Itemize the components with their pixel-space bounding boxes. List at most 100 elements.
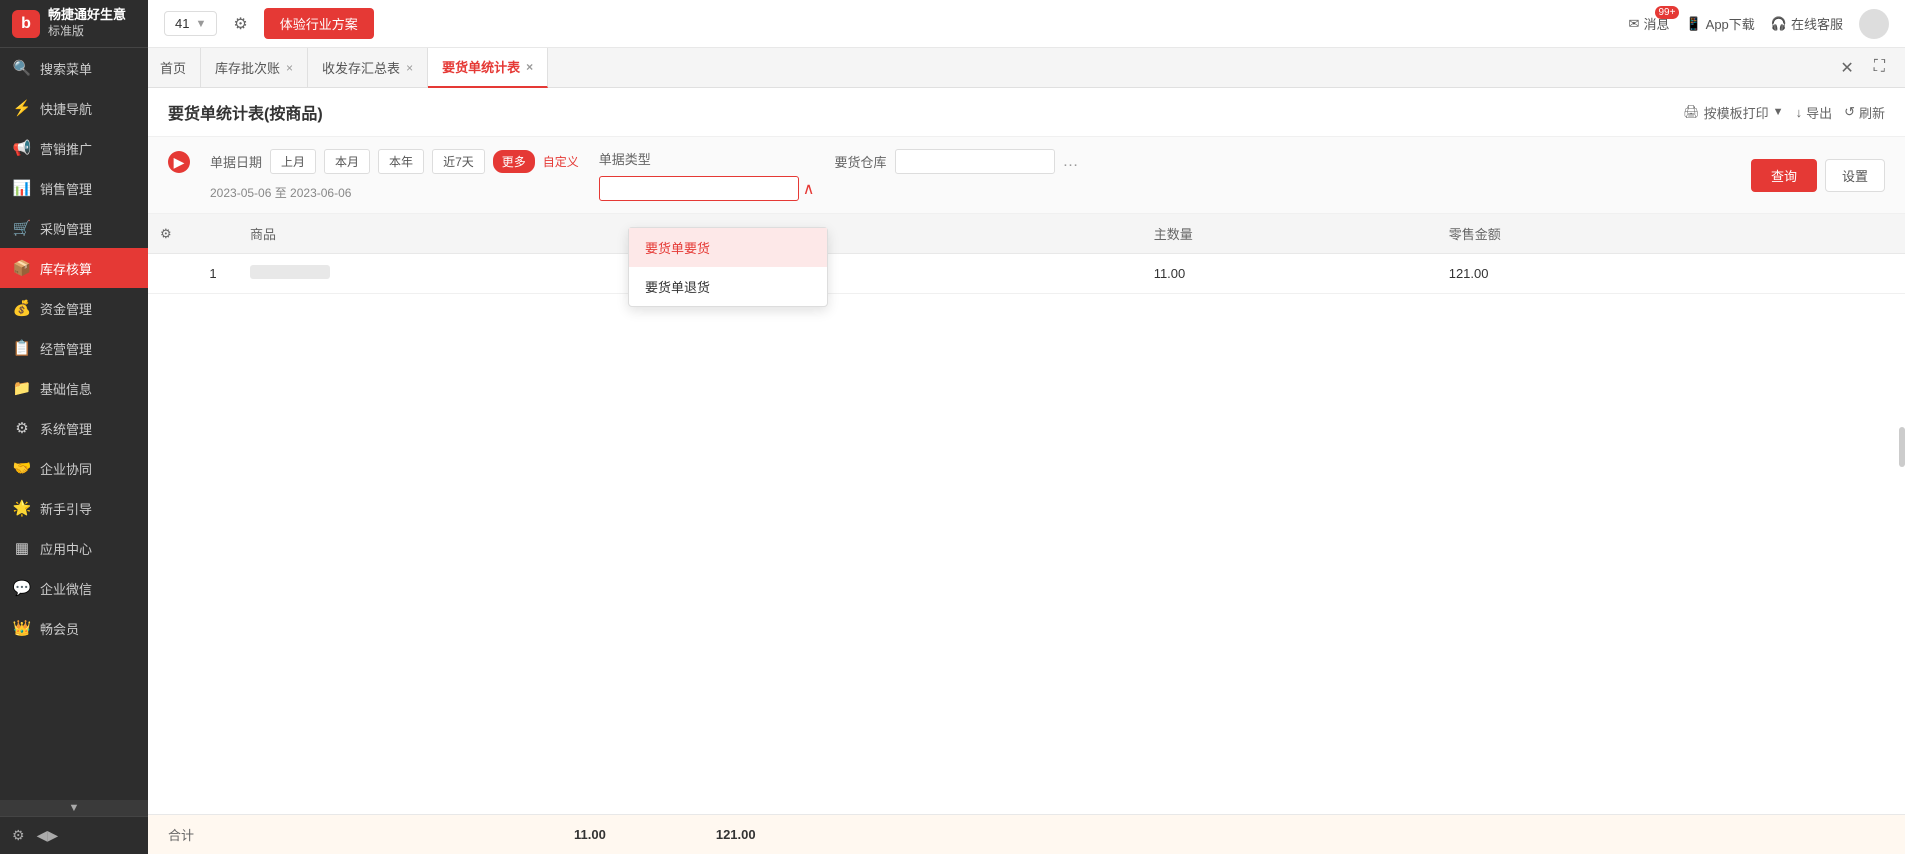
dropdown-item-order-goods[interactable]: 要货单要货 [629, 228, 827, 267]
clipboard-icon: 📋 [12, 338, 32, 358]
app-logo-icon: b [12, 10, 40, 38]
refresh-button[interactable]: ↺ 刷新 [1844, 103, 1885, 122]
sidebar-item-guide-label: 新手引导 [40, 499, 92, 518]
sidebar-item-operations-label: 经营管理 [40, 339, 92, 358]
inventory-icon: 📦 [12, 258, 32, 278]
summary-row: 合计 11.00 121.00 [148, 814, 1905, 854]
sidebar-item-apps[interactable]: ▦ 应用中心 [0, 528, 148, 568]
sidebar-item-base[interactable]: 📁 基础信息 [0, 368, 148, 408]
trial-button[interactable]: 体验行业方案 [264, 8, 374, 39]
warehouse-filter-input[interactable] [895, 149, 1055, 174]
sidebar-item-system[interactable]: ⚙ 系统管理 [0, 408, 148, 448]
th-empty [1793, 214, 1905, 254]
sidebar-footer: ⚙ ◀▶ [0, 816, 148, 854]
summary-quantity: 11.00 [574, 827, 606, 842]
filter-toggle-button[interactable]: ▶ [168, 151, 190, 173]
sidebar-item-quick-nav[interactable]: ⚡ 快捷导航 [0, 88, 148, 128]
export-icon: ↓ [1796, 105, 1803, 120]
tab-batch-close-icon[interactable]: × [286, 61, 293, 75]
column-settings-icon[interactable]: ⚙ [160, 226, 172, 241]
date-this-month-btn[interactable]: 本月 [324, 149, 370, 174]
sidebar-item-search[interactable]: 🔍 搜索菜单 [0, 48, 148, 88]
topbar-actions: ✉ 消息 99+ 📱 App下载 🎧 在线客服 [1629, 9, 1889, 39]
tab-summary-close-icon[interactable]: × [406, 61, 413, 75]
gear-icon: ⚙ [12, 418, 32, 438]
sidebar-item-apps-label: 应用中心 [40, 539, 92, 558]
product-placeholder [250, 265, 330, 279]
sidebar-item-operations[interactable]: 📋 经营管理 [0, 328, 148, 368]
date-last-month-btn[interactable]: 上月 [270, 149, 316, 174]
export-button[interactable]: ↓ 导出 [1796, 103, 1833, 122]
summary-amount: 121.00 [716, 827, 756, 842]
service-icon: 🎧 [1771, 16, 1787, 32]
td-index: 1 [188, 254, 238, 294]
sidebar-item-sales-label: 销售管理 [40, 179, 92, 198]
td-empty [1793, 254, 1905, 294]
company-number: 41 [175, 16, 189, 31]
star-icon: 🌟 [12, 498, 32, 518]
warehouse-more-icon[interactable]: … [1063, 153, 1079, 171]
date-filter-group: 单据日期 上月 本月 本年 近7天 更多 自定义 2023-05-06 至 20… [210, 149, 579, 201]
sidebar-item-enterprise[interactable]: 🤝 企业协同 [0, 448, 148, 488]
date-more-btn[interactable]: 更多 [493, 150, 535, 173]
dropdown-item-order-return[interactable]: 要货单退货 [629, 267, 827, 306]
print-icon: 🖨 [1683, 104, 1700, 120]
sidebar-item-sales[interactable]: 📊 销售管理 [0, 168, 148, 208]
messages-button[interactable]: ✉ 消息 99+ [1629, 14, 1670, 33]
tab-order-stat[interactable]: 要货单统计表 × [428, 48, 548, 88]
tab-order-stat-close-icon[interactable]: × [526, 60, 533, 74]
chart-icon: 📊 [12, 178, 32, 198]
th-settings[interactable]: ⚙ [148, 214, 188, 254]
tab-summary[interactable]: 收发存汇总表 × [308, 48, 428, 88]
sidebar-scroll-down[interactable]: ▼ [0, 800, 148, 816]
sidebar-item-inventory-label: 库存核算 [40, 259, 92, 278]
th-amount: 零售金额 [1437, 214, 1793, 254]
print-button[interactable]: 🖨 按模板打印 ▼ [1683, 103, 1783, 122]
resize-handle[interactable] [1899, 427, 1905, 467]
cart-icon: 🛒 [12, 218, 32, 238]
query-button[interactable]: 查询 [1751, 159, 1817, 192]
sidebar-item-purchase[interactable]: 🛒 采购管理 [0, 208, 148, 248]
date-custom-btn[interactable]: 自定义 [543, 153, 579, 170]
tab-close-all-icon[interactable]: ✕ [1832, 54, 1861, 82]
tab-home[interactable]: 首页 [160, 48, 201, 88]
sidebar-item-system-label: 系统管理 [40, 419, 92, 438]
sidebar-item-member[interactable]: 👑 畅会员 [0, 608, 148, 648]
messages-badge: 99+ [1655, 6, 1680, 19]
topbar-settings-icon[interactable]: ⚙ [229, 10, 251, 38]
tab-batch[interactable]: 库存批次账 × [201, 48, 308, 88]
date-last-7days-btn[interactable]: 近7天 [432, 149, 485, 174]
sidebar-item-inventory[interactable]: 📦 库存核算 [0, 248, 148, 288]
sidebar: b 畅捷通好生意 标准版 🔍 搜索菜单 ⚡ 快捷导航 📢 营销推广 📊 销售管理… [0, 0, 148, 854]
collapse-sidebar-icon[interactable]: ◀▶ [37, 827, 59, 844]
type-dropdown: 要货单要货 要货单退货 [628, 227, 828, 307]
company-selector[interactable]: 41 ▼ [164, 11, 217, 36]
app-download-button[interactable]: 📱 App下载 [1685, 14, 1754, 33]
table-row: 1 块 11.00 121.00 [148, 254, 1905, 294]
sidebar-item-guide[interactable]: 🌟 新手引导 [0, 488, 148, 528]
filter-settings-button[interactable]: 设置 [1825, 159, 1885, 192]
type-filter-clear-icon[interactable]: ∧ [803, 179, 815, 199]
settings-footer-icon[interactable]: ⚙ [12, 827, 25, 844]
type-filter-input[interactable] [599, 176, 799, 201]
date-this-year-btn[interactable]: 本年 [378, 149, 424, 174]
th-quantity: 主数量 [1142, 214, 1437, 254]
online-service-button[interactable]: 🎧 在线客服 [1771, 14, 1843, 33]
user-avatar[interactable] [1859, 9, 1889, 39]
sidebar-item-purchase-label: 采购管理 [40, 219, 92, 238]
page-title: 要货单统计表(按商品) [168, 100, 323, 124]
td-quantity: 11.00 [1142, 254, 1437, 294]
refresh-label: 刷新 [1859, 103, 1885, 122]
tab-expand-icon[interactable]: ⛶ [1866, 54, 1893, 82]
sidebar-item-marketing[interactable]: 📢 营销推广 [0, 128, 148, 168]
sidebar-item-finance[interactable]: 💰 资金管理 [0, 288, 148, 328]
sidebar-item-wechat[interactable]: 💬 企业微信 [0, 568, 148, 608]
page-content: 要货单统计表(按商品) 🖨 按模板打印 ▼ ↓ 导出 ↺ 刷新 ▶ [148, 88, 1905, 854]
sidebar-item-wechat-label: 企业微信 [40, 579, 92, 598]
date-filter-label: 单据日期 [210, 152, 262, 171]
tab-batch-label: 库存批次账 [215, 58, 280, 77]
search-icon: 🔍 [12, 58, 32, 78]
apps-icon: ▦ [12, 538, 32, 558]
tab-summary-label: 收发存汇总表 [322, 58, 400, 77]
sidebar-logo: b 畅捷通好生意 标准版 [0, 0, 148, 48]
